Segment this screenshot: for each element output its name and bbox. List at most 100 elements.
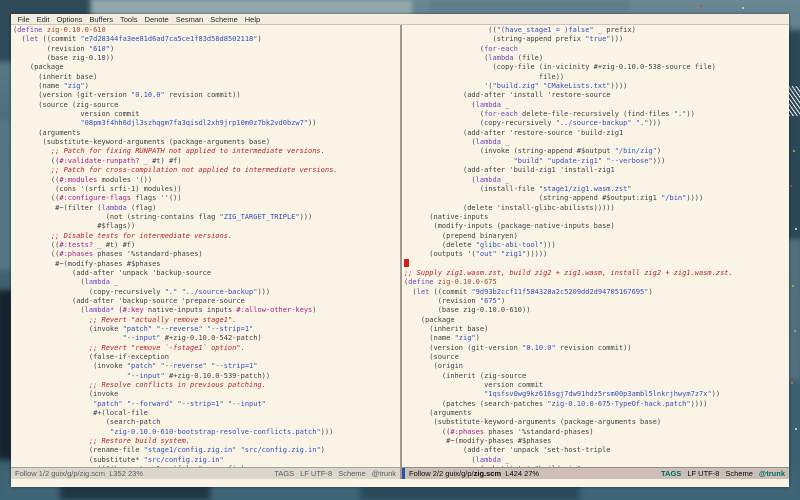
code-line[interactable]: (revision "610")	[13, 45, 400, 54]
code-line[interactable]: (add-after 'unpack 'backup-source	[13, 269, 400, 278]
modeline-major-mode[interactable]: Scheme	[338, 469, 366, 478]
code-line[interactable]: (prepend binaryen)	[404, 232, 789, 241]
code-line[interactable]: (lambda _	[13, 278, 400, 287]
code-line[interactable]: (invoke (string-append #$output "/bin/zi…	[404, 147, 789, 156]
code-line[interactable]: "1qsfsv0wg9kz616sgj7dw91hdz5rsm00p3ambl5…	[404, 390, 789, 399]
code-line[interactable]: (search-patch	[13, 418, 400, 427]
menu-item-edit[interactable]: Edit	[33, 14, 53, 25]
menu-item-denote[interactable]: Denote	[141, 14, 172, 25]
code-line[interactable]: (copy-recursively "../source-backup" "."…	[404, 119, 789, 128]
modeline-encoding[interactable]: LF UTF-8	[687, 469, 719, 478]
code-line[interactable]: (false-if-exception	[13, 353, 400, 362]
menu-item-help[interactable]: Help	[241, 14, 263, 25]
code-line[interactable]: (("(have_stage1 = )false" _ prefix)	[404, 26, 789, 35]
code-line[interactable]: ((#:configure-flags flags ''())	[13, 194, 400, 203]
code-line[interactable]: version commit	[404, 381, 789, 390]
modeline-position[interactable]: L352 23%	[105, 469, 143, 478]
code-line[interactable]: (inherit (zig-source	[404, 372, 789, 381]
code-line[interactable]: "zig-0.10.0-610-bootstrap-resolve-confli…	[13, 428, 400, 437]
code-line[interactable]: (package	[404, 316, 789, 325]
code-line[interactable]: #+(local-file	[13, 409, 400, 418]
code-line[interactable]: (source	[404, 353, 789, 362]
modeline-buffer-name[interactable]: zig.scm	[474, 469, 502, 478]
code-line[interactable]: #~(filter (lambda (flag)	[13, 204, 400, 213]
code-line[interactable]: (native-inputs	[404, 213, 789, 222]
code-line[interactable]: (add-after 'install 'restore-source	[404, 91, 789, 100]
code-line[interactable]: ;; Patch for fixing RUNPATH not applied …	[13, 147, 400, 156]
code-line[interactable]: ;; Resolve conflicts in previous patchin…	[13, 381, 400, 390]
code-line[interactable]: (lambda _	[404, 176, 789, 185]
code-line[interactable]: ((#:phases phases '%standard-phases)	[13, 250, 400, 259]
code-line[interactable]: "08pm3f4hh6djl3szhqgm7fa3qisdl2xh9jrp10m…	[13, 119, 400, 128]
code-line[interactable]: (not (string-contains flag "ZIG_TARGET_T…	[13, 213, 400, 222]
modeline-buffer-name[interactable]: zig.scm	[80, 469, 105, 478]
code-line[interactable]: (copy-file (in-vicinity #+zig-0.10.0-538…	[404, 63, 789, 72]
code-line[interactable]: ;; Revert "actually remove stage1".	[13, 316, 400, 325]
code-line[interactable]: '("build.zig" "CMakeLists.txt"))))	[404, 82, 789, 91]
code-line[interactable]: (add-after 'build-zig1 'install-zig1	[404, 166, 789, 175]
menu-item-file[interactable]: File	[14, 14, 33, 25]
code-line[interactable]: (base zig-0.10))	[13, 54, 400, 63]
code-line[interactable]: (install-file "stage1/zig1.wasm.zst"	[404, 185, 789, 194]
code-line[interactable]: (invoke "patch" "--reverse" "--strip=1"	[13, 325, 400, 334]
modeline-major-mode[interactable]: Scheme	[725, 469, 753, 478]
code-line[interactable]: #$flags))	[13, 222, 400, 231]
code-line[interactable]: (inherit base)	[404, 325, 789, 334]
code-line[interactable]: (for-each delete-file-recursively (find-…	[404, 110, 789, 119]
code-line[interactable]: (outputs '("out" "zig1")))))	[404, 250, 789, 259]
code-line[interactable]: (for-each	[404, 45, 789, 54]
modeline-tags[interactable]: TAGS	[274, 469, 294, 478]
code-line[interactable]: version commit	[13, 110, 400, 119]
code-line[interactable]: #~(modify-phases #$phases	[404, 437, 789, 446]
code-line[interactable]: (string-append #$output:zig1 "/bin"))))	[404, 194, 789, 203]
menu-item-scheme[interactable]: Scheme	[207, 14, 242, 25]
code-line[interactable]: "build" "update-zig1" "--verbose")))	[404, 157, 789, 166]
code-line[interactable]: (invoke "patch" "--reverse" "--strip=1"	[13, 362, 400, 371]
code-line[interactable]	[404, 259, 789, 269]
code-line[interactable]: (copy-recursively "." "../source-backup"…	[13, 288, 400, 297]
code-line[interactable]: (substitute-keyword-arguments (package-a…	[404, 418, 789, 427]
code-line[interactable]: ;; Revert "remove `-fstage1` option".	[13, 344, 400, 353]
code-line[interactable]: ((#:tests? _ #t) #f)	[13, 241, 400, 250]
modeline-position[interactable]: L424 27%	[501, 469, 539, 478]
code-line[interactable]: (substitute-keyword-arguments (package-a…	[13, 138, 400, 147]
code-line[interactable]: ;; Restore build system.	[13, 437, 400, 446]
code-line[interactable]: "--input" #+zig-0.10.0-542-patch)	[13, 334, 400, 343]
code-line[interactable]: (revision "675")	[404, 297, 789, 306]
code-line[interactable]: (delete "glibc-abi-tool")))	[404, 241, 789, 250]
code-line[interactable]: ((#:modules modules '())	[13, 176, 400, 185]
code-line[interactable]: (version (git-version "0.10.0" revision …	[404, 344, 789, 353]
code-line[interactable]: (define zig-0.10.0-675	[404, 278, 789, 287]
code-line[interactable]: (delete 'install-glibc-abilists)))))	[404, 204, 789, 213]
code-line[interactable]: (lambda _	[404, 138, 789, 147]
code-line[interactable]: (source (zig-source	[13, 101, 400, 110]
echo-area[interactable]	[11, 479, 789, 487]
code-line[interactable]: (modify-inputs (package-native-inputs ba…	[404, 222, 789, 231]
source-code-left[interactable]: (define zig-0.10.0-610 (let ((commit "e7…	[11, 25, 400, 467]
code-line[interactable]: (base zig-0.10.0-610))	[404, 306, 789, 315]
code-line[interactable]: (package	[13, 63, 400, 72]
modeline-tags[interactable]: TAGS	[661, 469, 681, 478]
modeline-vc-branch[interactable]: @trunk	[372, 469, 396, 478]
code-line[interactable]: (lambda (file)	[404, 54, 789, 63]
code-line[interactable]: ((#:validate-runpath? _ #t) #f)	[13, 157, 400, 166]
modeline-encoding[interactable]: LF UTF-8	[300, 469, 332, 478]
code-line[interactable]: "patch" "--forward" "--strip=1" "--input…	[13, 400, 400, 409]
code-line[interactable]: (lambda _	[404, 456, 789, 465]
code-line[interactable]: (arguments	[13, 129, 400, 138]
code-line[interactable]: ((#:phases phases '%standard-phases)	[404, 428, 789, 437]
code-line[interactable]: (lambda* (#:key native-inputs inputs #:a…	[13, 306, 400, 315]
code-line[interactable]: (let ((commit "9d93b2ccf11f584320a2c5209…	[404, 288, 789, 297]
code-line[interactable]: (inherit base)	[13, 73, 400, 82]
menu-item-tools[interactable]: Tools	[117, 14, 142, 25]
code-line[interactable]: (add-after 'backup-source 'prepare-sourc…	[13, 297, 400, 306]
modeline-vc-branch[interactable]: @trunk	[759, 469, 785, 478]
code-line[interactable]: ;; Supply zig1.wasm.zst, build zig2 + zi…	[404, 269, 789, 278]
code-line[interactable]: file))	[404, 73, 789, 82]
code-line[interactable]: ;; Patch for cross-compilation not appli…	[13, 166, 400, 175]
code-line[interactable]: (arguments	[404, 409, 789, 418]
code-line[interactable]: (rename-file "stage1/config.zig.in" "src…	[13, 446, 400, 455]
menu-item-buffers[interactable]: Buffers	[86, 14, 117, 25]
code-line[interactable]: (origin	[404, 362, 789, 371]
code-line[interactable]: "--input" #+zig-0.10.0-539-patch))	[13, 372, 400, 381]
